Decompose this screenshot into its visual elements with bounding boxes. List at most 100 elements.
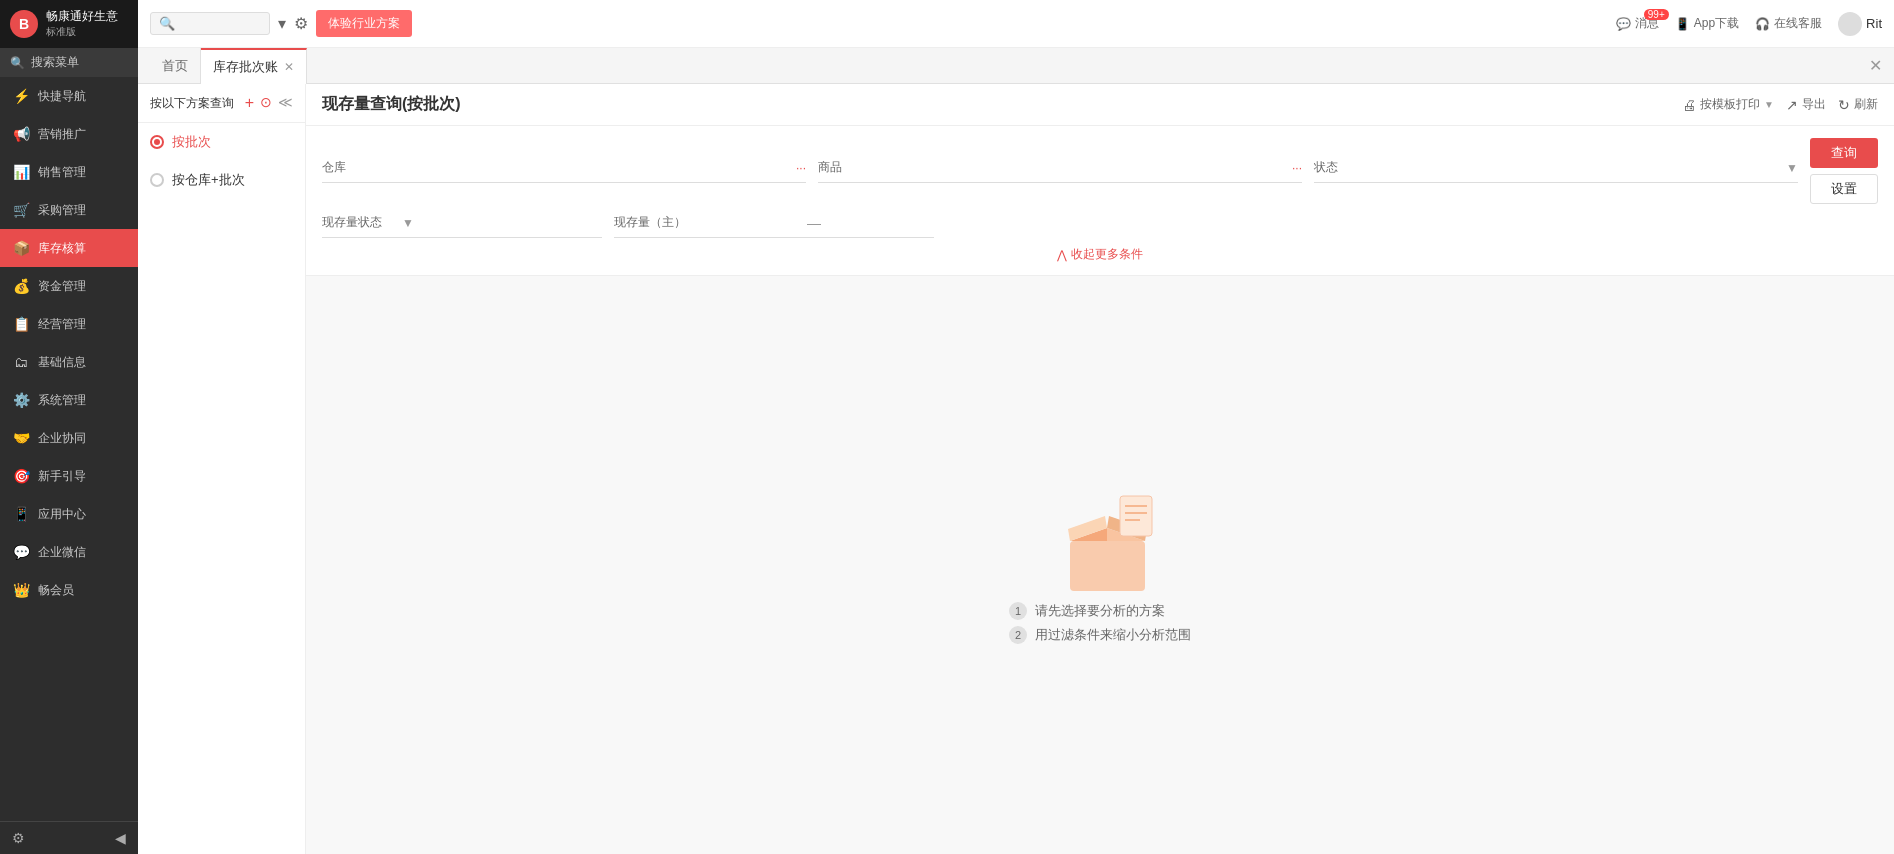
app-download-button[interactable]: 📱 App下载: [1675, 15, 1739, 32]
target-icon: 🎯: [12, 467, 30, 485]
collapse-chevron-icon: ⋀: [1057, 248, 1067, 262]
tab-inventory-batch[interactable]: 库存批次账 ✕: [201, 48, 307, 84]
print-icon: 🖨: [1682, 97, 1696, 113]
chat-icon: 💬: [12, 543, 30, 561]
sidebar-item-label: 应用中心: [38, 506, 86, 523]
trial-industry-button[interactable]: 体验行业方案: [316, 10, 412, 37]
query-button[interactable]: 查询: [1810, 138, 1878, 168]
sidebar-item-system[interactable]: ⚙️ 系统管理: [0, 381, 138, 419]
empty-state: 1 请先选择要分析的方案 2 用过滤条件来缩小分析范围: [306, 276, 1894, 854]
money-icon: 💰: [12, 277, 30, 295]
sidebar-item-label: 快捷导航: [38, 88, 86, 105]
filter-settings-icon[interactable]: ⊙: [260, 94, 272, 112]
megaphone-icon: 📢: [12, 125, 30, 143]
product-field: 商品 ···: [818, 159, 1302, 183]
settings-footer-icon[interactable]: ⚙: [12, 830, 25, 846]
tab-home[interactable]: 首页: [150, 48, 201, 84]
collapse-more-conditions[interactable]: ⋀ 收起更多条件: [1057, 246, 1143, 263]
empty-hint-1: 请先选择要分析的方案: [1035, 602, 1165, 620]
user-profile-area[interactable]: Rit: [1838, 12, 1882, 36]
tab-close-icon[interactable]: ✕: [284, 60, 294, 74]
topbar-search-area[interactable]: 🔍: [150, 12, 270, 35]
export-icon: ↗: [1786, 97, 1798, 113]
empty-instruction-1: 1 请先选择要分析的方案: [1009, 602, 1191, 620]
sidebar-item-apps[interactable]: 📱 应用中心: [0, 495, 138, 533]
sidebar-brand-name: 畅康通好生意: [46, 9, 118, 25]
main-area: 🔍 ▾ ⚙ 体验行业方案 💬 消息 99+ 📱 App下载 🎧 在线客服: [138, 0, 1894, 854]
search-row-1: 仓库 ··· 商品 ··· 状态 ▼: [322, 138, 1878, 204]
svg-rect-5: [1120, 496, 1152, 536]
cart-icon: 🛒: [12, 201, 30, 219]
page-title: 现存量查询(按批次): [322, 94, 461, 115]
status-dropdown[interactable]: ▼: [1374, 161, 1798, 175]
sidebar-item-label: 库存核算: [38, 240, 86, 257]
sidebar-item-basics[interactable]: 🗂 基础信息: [0, 343, 138, 381]
customer-service-button[interactable]: 🎧 在线客服: [1755, 15, 1822, 32]
print-dropdown-icon[interactable]: ▼: [1764, 99, 1774, 110]
folder-icon: 🗂: [12, 353, 30, 371]
tab-home-label: 首页: [162, 57, 188, 75]
warehouse-field: 仓库 ···: [322, 159, 806, 183]
sidebar-item-sales[interactable]: 📊 销售管理: [0, 153, 138, 191]
svg-rect-0: [1070, 541, 1145, 591]
sidebar-item-guide[interactable]: 🎯 新手引导: [0, 457, 138, 495]
tabs-bar: 首页 库存批次账 ✕ ✕: [138, 48, 1894, 84]
product-label: 商品: [818, 159, 878, 176]
status-label: 状态: [1314, 159, 1374, 176]
mobile-icon: 📱: [12, 505, 30, 523]
sidebar-item-label: 采购管理: [38, 202, 86, 219]
sidebar-edition: 标准版: [46, 25, 118, 39]
search-icon: 🔍: [10, 56, 25, 70]
sidebar-item-wechat[interactable]: 💬 企业微信: [0, 533, 138, 571]
warehouse-more-icon[interactable]: ···: [796, 161, 806, 175]
collapse-sidebar-icon[interactable]: ◀: [115, 830, 126, 846]
tab-inventory-batch-label: 库存批次账: [213, 58, 278, 76]
messages-button[interactable]: 💬 消息 99+: [1616, 15, 1659, 32]
sidebar-item-member[interactable]: 👑 畅会员: [0, 571, 138, 609]
settings-button[interactable]: 设置: [1810, 174, 1878, 204]
export-label: 导出: [1802, 96, 1826, 113]
sidebar-item-operations[interactable]: 📋 经营管理: [0, 305, 138, 343]
sidebar-item-enterprise[interactable]: 🤝 企业协同: [0, 419, 138, 457]
filter-item-warehouse-batch-label: 按仓库+批次: [172, 171, 245, 189]
download-icon: 📱: [1675, 17, 1690, 31]
product-input[interactable]: [878, 161, 1288, 175]
page-header-actions: 🖨 按模板打印 ▼ ↗ 导出 ↻ 刷新: [1682, 96, 1878, 113]
sidebar-header: B 畅康通好生意 标准版: [0, 0, 138, 48]
sidebar-item-label: 企业微信: [38, 544, 86, 561]
sidebar-item-finance[interactable]: 💰 资金管理: [0, 267, 138, 305]
filter-add-icon[interactable]: +: [245, 94, 254, 112]
stock-status-dropdown[interactable]: ▼: [402, 216, 414, 230]
sidebar-item-quick-nav[interactable]: ⚡ 快捷导航: [0, 77, 138, 115]
status-arrow-icon: ▼: [1786, 161, 1798, 175]
sidebar-footer: ⚙ ◀: [0, 821, 138, 854]
stock-qty-min-input[interactable]: [694, 216, 803, 230]
sidebar-item-purchase[interactable]: 🛒 采购管理: [0, 191, 138, 229]
warehouse-label: 仓库: [322, 159, 382, 176]
panel-close-button[interactable]: ✕: [1869, 56, 1882, 75]
sidebar-search-label: 搜索菜单: [31, 54, 79, 71]
sidebar-item-inventory[interactable]: 📦 库存核算: [0, 229, 138, 267]
topbar-settings-icon[interactable]: ⚙: [294, 14, 308, 33]
sidebar-item-marketing[interactable]: 📢 营销推广: [0, 115, 138, 153]
filter-item-warehouse-batch[interactable]: 按仓库+批次: [138, 161, 305, 199]
refresh-button[interactable]: ↻ 刷新: [1838, 96, 1878, 113]
topbar-gear-icon[interactable]: ▾: [278, 14, 286, 33]
product-more-icon[interactable]: ···: [1292, 161, 1302, 175]
user-name: Rit: [1866, 16, 1882, 31]
sidebar-item-label: 新手引导: [38, 468, 86, 485]
warehouse-input[interactable]: [382, 161, 792, 175]
sidebar-item-label: 销售管理: [38, 164, 86, 181]
sidebar-search-menu[interactable]: 🔍 搜索菜单: [0, 48, 138, 77]
stock-qty-max-input[interactable]: [825, 216, 934, 230]
topbar-search-input[interactable]: [179, 17, 249, 31]
print-template-button[interactable]: 🖨 按模板打印 ▼: [1682, 96, 1774, 113]
filter-collapse-icon[interactable]: ≪: [278, 94, 293, 112]
filter-item-batch-label: 按批次: [172, 133, 211, 151]
topbar: 🔍 ▾ ⚙ 体验行业方案 💬 消息 99+ 📱 App下载 🎧 在线客服: [138, 0, 1894, 48]
content-area: 按以下方案查询 + ⊙ ≪ 按批次 按仓库+批次 现存量查询(按批次): [138, 84, 1894, 854]
empty-instructions: 1 请先选择要分析的方案 2 用过滤条件来缩小分析范围: [1009, 602, 1191, 644]
filter-item-batch[interactable]: 按批次: [138, 123, 305, 161]
sidebar-item-label: 经营管理: [38, 316, 86, 333]
export-button[interactable]: ↗ 导出: [1786, 96, 1826, 113]
